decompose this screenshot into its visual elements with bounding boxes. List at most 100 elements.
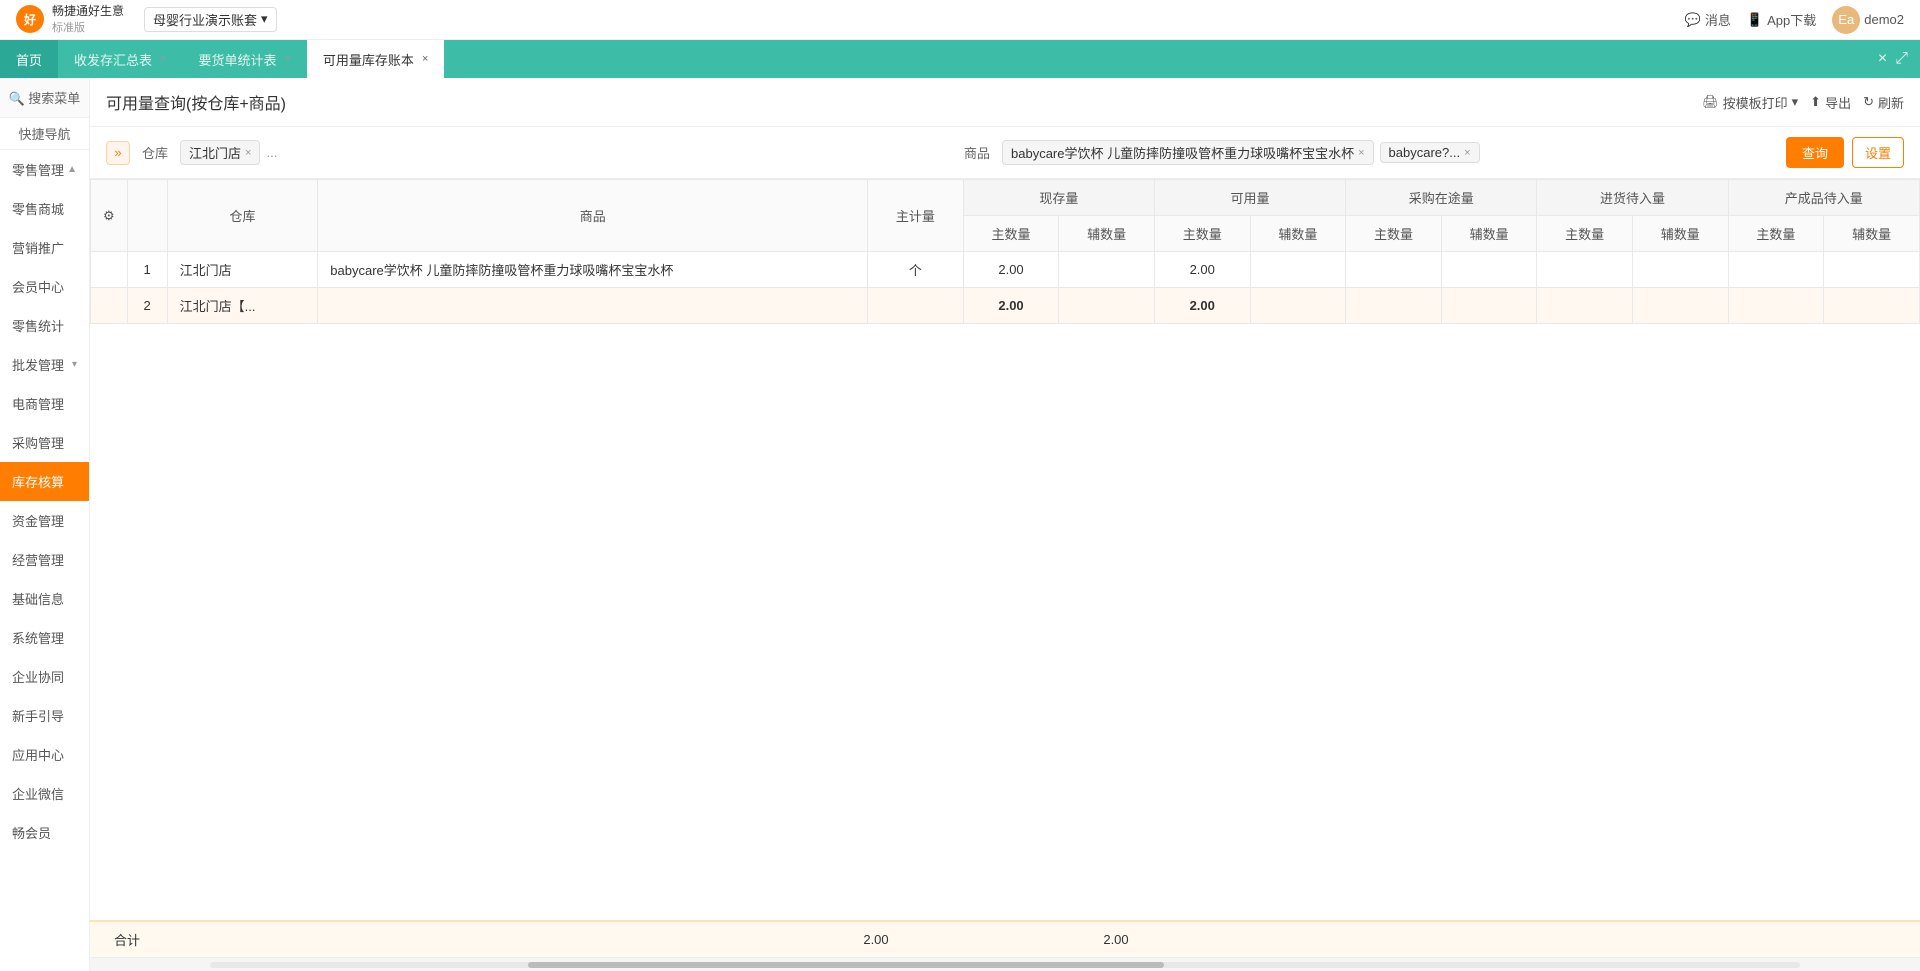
sidebar-item-retail-mgmt[interactable]: 零售管理 ▲ [0, 150, 89, 189]
app-download-label: App下载 [1767, 10, 1816, 29]
scrollbar-track [210, 962, 1800, 968]
sidebar-label-3: 会员中心 [12, 277, 64, 296]
page-title: 可用量查询(按仓库+商品) [106, 90, 286, 114]
row2-warehouse: 江北门店【... [167, 288, 318, 324]
sidebar-item-inventory[interactable]: 库存核算 [0, 462, 89, 501]
row1-prod-aux [1824, 252, 1920, 288]
sidebar-label-15: 应用中心 [12, 745, 64, 764]
th-incoming-aux: 辅数量 [1632, 216, 1728, 252]
th-purchase-main: 主数量 [1346, 216, 1442, 252]
row2-purchase-main [1346, 288, 1442, 324]
sidebar-item-operations[interactable]: 经营管理 [0, 540, 89, 579]
warehouse-tag[interactable]: 江北门店 × [180, 140, 260, 165]
row1-stock-aux [1059, 252, 1155, 288]
export-button[interactable]: ⬆ 导出 [1810, 93, 1851, 112]
scrollbar-thumb[interactable] [528, 962, 1164, 968]
product-tag-1[interactable]: babycare学饮杯 儿童防摔防撞吸管杯重力球吸嘴杯宝宝水杯 × [1002, 140, 1374, 165]
tab-close-2[interactable]: × [422, 53, 428, 65]
user-profile[interactable]: Ea demo2 [1832, 6, 1904, 34]
warehouse-filter-label: 仓库 [142, 143, 168, 162]
content-area: 可用量查询(按仓库+商品) 🖨 按模板打印 ▾ ⬆ 导出 ↻ 刷新 [90, 78, 1920, 971]
th-avail-aux: 辅数量 [1250, 216, 1346, 252]
avatar: Ea [1832, 6, 1860, 34]
sidebar-label-4: 零售统计 [12, 316, 64, 335]
warehouse-more[interactable]: ... [266, 145, 277, 160]
scrollbar-area[interactable] [90, 957, 1920, 971]
sidebar-item-finance[interactable]: 资金管理 [0, 501, 89, 540]
nav-tabs: 首页 收发存汇总表 × 要货单统计表 × 可用量库存账本 × × ⤢ [0, 40, 1920, 78]
row1-purchase-main [1346, 252, 1442, 288]
refresh-button[interactable]: ↻ 刷新 [1863, 93, 1904, 112]
sidebar-item-wholesale[interactable]: 批发管理 ▾ [0, 345, 89, 384]
tab-home[interactable]: 首页 [0, 40, 58, 78]
th-gear[interactable]: ⚙ [91, 180, 128, 252]
template-print-button[interactable]: 🖨 按模板打印 ▾ [1702, 93, 1798, 112]
sidebar-label-8: 库存核算 [12, 472, 64, 491]
sidebar-item-wechat-work[interactable]: 企业微信 [0, 774, 89, 813]
sidebar-item-retail-mall[interactable]: 零售商城 [0, 189, 89, 228]
th-current-stock: 现存量 [963, 180, 1154, 216]
sidebar-item-basics[interactable]: 基础信息 [0, 579, 89, 618]
th-incoming-main: 主数量 [1537, 216, 1633, 252]
th-num [127, 180, 167, 252]
sidebar-label-12: 系统管理 [12, 628, 64, 647]
total-stock-aux [936, 932, 1056, 947]
sidebar-item-retail-stats[interactable]: 零售统计 [0, 306, 89, 345]
sidebar-item-ecommerce[interactable]: 电商管理 [0, 384, 89, 423]
product-tag-2[interactable]: babycare?... × [1380, 142, 1480, 163]
close-all-icon[interactable]: × [1878, 50, 1887, 68]
sidebar-label-6: 电商管理 [12, 394, 64, 413]
sidebar-item-enterprise-collab[interactable]: 企业协同 [0, 657, 89, 696]
tab-close-0[interactable]: × [160, 53, 166, 65]
app-download-button[interactable]: 📱 App下载 [1747, 10, 1816, 29]
table-row: 1 江北门店 babycare学饮杯 儿童防摔防撞吸管杯重力球吸嘴杯宝宝水杯 个… [91, 252, 1920, 288]
total-stock-main: 2.00 [816, 932, 936, 947]
avatar-text: Ea [1838, 12, 1854, 27]
data-table: ⚙ 仓库 商品 主计量 现存量 可用量 采购在途量 进货待入量 产成品待入量 主… [90, 179, 1920, 324]
printer-icon: 🖨 [1702, 94, 1719, 110]
row2-stock-main: 2.00 [963, 288, 1059, 324]
product-tag-value-2: babycare?... [1389, 145, 1461, 160]
sidebar-label-9: 资金管理 [12, 511, 64, 530]
logo-app-name: 畅捷通好生意 [52, 4, 124, 18]
th-product: 商品 [318, 180, 868, 252]
sidebar-item-member[interactable]: 会员中心 [0, 267, 89, 306]
sidebar-item-new-guide[interactable]: 新手引导 [0, 696, 89, 735]
row2-num: 2 [127, 288, 167, 324]
query-button[interactable]: 查询 [1786, 137, 1844, 168]
page-actions: 🖨 按模板打印 ▾ ⬆ 导出 ↻ 刷新 [1702, 93, 1904, 112]
sidebar-item-member2[interactable]: 畅会员 [0, 813, 89, 852]
sidebar-item-marketing[interactable]: 营销推广 [0, 228, 89, 267]
filter-toggle-button[interactable]: » [106, 141, 130, 165]
warehouse-tag-remove[interactable]: × [245, 147, 251, 159]
tab-available-stock[interactable]: 可用量库存账本 × [307, 40, 444, 78]
sidebar-item-system[interactable]: 系统管理 [0, 618, 89, 657]
row2-unit [868, 288, 964, 324]
product-tag-remove-1[interactable]: × [1358, 147, 1364, 159]
row2-product [318, 288, 868, 324]
tab-receivable-summary[interactable]: 收发存汇总表 × [58, 40, 182, 78]
sidebar-item-app-center[interactable]: 应用中心 [0, 735, 89, 774]
chevron-up-icon: ▲ [67, 164, 77, 175]
product-tag-remove-2[interactable]: × [1464, 147, 1470, 159]
message-label: 消息 [1705, 10, 1731, 29]
setting-button[interactable]: 设置 [1852, 137, 1904, 168]
sidebar-quick-nav[interactable]: 快捷导航 [0, 118, 89, 150]
filter-row: » 仓库 江北门店 × ... 商品 babycare学饮杯 儿童防摔防撞吸管杯… [90, 127, 1920, 179]
row1-avail-main: 2.00 [1154, 252, 1250, 288]
row2-incoming-aux [1632, 288, 1728, 324]
tab-order-stats[interactable]: 要货单统计表 × [182, 40, 306, 78]
quick-nav-label: 快捷导航 [18, 127, 70, 142]
warehouse-tag-value: 江北门店 [189, 143, 241, 162]
industry-label: 母婴行业演示账套 [153, 10, 257, 29]
th-available: 可用量 [1154, 180, 1345, 216]
tab-close-1[interactable]: × [284, 53, 290, 65]
page-header: 可用量查询(按仓库+商品) 🖨 按模板打印 ▾ ⬆ 导出 ↻ 刷新 [90, 78, 1920, 127]
message-button[interactable]: 💬 消息 [1685, 10, 1731, 29]
sidebar-item-purchase[interactable]: 采购管理 [0, 423, 89, 462]
fullscreen-icon[interactable]: ⤢ [1895, 50, 1908, 68]
refresh-icon: ↻ [1863, 94, 1874, 110]
row2-prod-main [1728, 288, 1824, 324]
industry-selector[interactable]: 母婴行业演示账套 ▾ [144, 7, 277, 32]
sidebar-search[interactable]: 🔍 搜索菜单 [0, 78, 89, 118]
